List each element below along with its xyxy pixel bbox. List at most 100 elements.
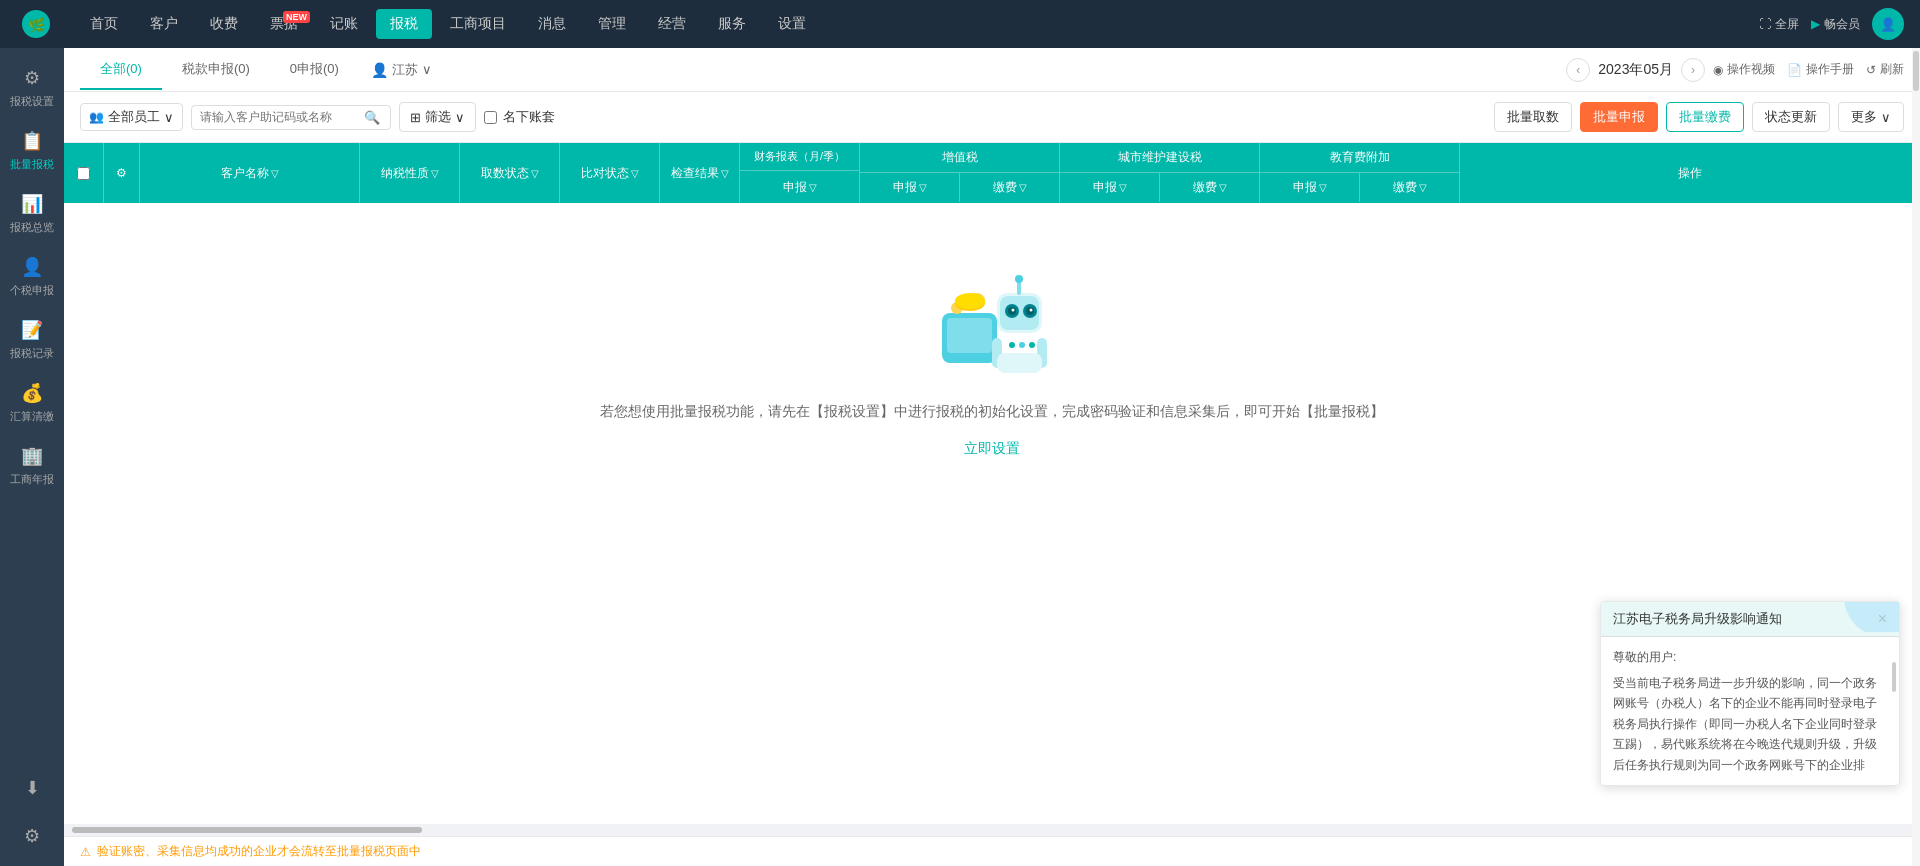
nav-settings[interactable]: 设置 bbox=[764, 9, 820, 39]
th-urban-sub: 申报 ▽ 缴费 ▽ bbox=[1060, 173, 1259, 202]
nav-right-actions: ⛶ 全屏 ▶ 畅会员 👤 bbox=[1759, 8, 1904, 40]
th-client-name: 客户名称 ▽ bbox=[140, 143, 360, 203]
client-filter-icon[interactable]: ▽ bbox=[271, 168, 279, 179]
filter-icon: ⊞ bbox=[410, 110, 421, 125]
svg-rect-20 bbox=[997, 353, 1042, 373]
th-check-result: 检查结果 ▽ bbox=[660, 143, 740, 203]
user-avatar[interactable]: 👤 bbox=[1872, 8, 1904, 40]
sidebar-item-personal-tax[interactable]: 👤 个税申报 bbox=[0, 245, 64, 308]
nav-invoice[interactable]: 票据 NEW bbox=[256, 9, 312, 39]
compare-filter-icon[interactable]: ▽ bbox=[631, 168, 639, 179]
th-vat-top: 增值税 bbox=[860, 143, 1059, 173]
sidebar-item-tax-settings[interactable]: ⚙ 报税设置 bbox=[0, 56, 64, 119]
sidebar-item-batch-tax[interactable]: 📋 批量报税 bbox=[0, 119, 64, 182]
avatar-icon: 👤 bbox=[1880, 17, 1896, 32]
nav-fee[interactable]: 收费 bbox=[196, 9, 252, 39]
refresh-btn[interactable]: ↺ 刷新 bbox=[1866, 61, 1904, 78]
batch-declare-btn[interactable]: 批量申报 bbox=[1580, 102, 1658, 132]
nav-service[interactable]: 服务 bbox=[704, 9, 760, 39]
sidebar-item-tax-overview[interactable]: 📊 报税总览 bbox=[0, 182, 64, 245]
setup-link[interactable]: 立即设置 bbox=[964, 440, 1020, 458]
left-sidebar: ⚙ 报税设置 📋 批量报税 📊 报税总览 👤 个税申报 📝 报税记录 💰 汇算清… bbox=[0, 48, 64, 866]
employee-icon: 👥 bbox=[89, 110, 104, 124]
tab-all[interactable]: 全部(0) bbox=[80, 50, 162, 90]
region-selector[interactable]: 👤 江苏 ∨ bbox=[371, 61, 432, 79]
region-icon: 👤 bbox=[371, 62, 388, 78]
tax-settings-icon: ⚙ bbox=[20, 66, 44, 90]
next-month-btn[interactable]: › bbox=[1681, 58, 1705, 82]
notification-greeting: 尊敬的用户: bbox=[1613, 647, 1887, 667]
horizontal-scrollbar[interactable] bbox=[64, 824, 1920, 836]
scrollbar-thumb[interactable] bbox=[72, 827, 422, 833]
th-tax-nature: 纳税性质 ▽ bbox=[360, 143, 460, 203]
personal-tax-icon: 👤 bbox=[20, 255, 44, 279]
fullscreen-btn[interactable]: ⛶ 全屏 bbox=[1759, 16, 1799, 33]
employee-select[interactable]: 👥 全部员工 ∨ bbox=[80, 103, 183, 131]
th-operation: 操作 bbox=[1460, 143, 1920, 203]
svg-point-23 bbox=[1029, 342, 1035, 348]
tab-zero-declaration[interactable]: 0申报(0) bbox=[270, 50, 359, 90]
vip-btn[interactable]: ▶ 畅会员 bbox=[1811, 16, 1860, 33]
search-icon: 🔍 bbox=[364, 110, 380, 125]
new-badge: NEW bbox=[283, 11, 310, 23]
nav-client[interactable]: 客户 bbox=[136, 9, 192, 39]
download-icon: ⬇ bbox=[20, 776, 44, 800]
th-financial-top: 财务报表（月/季） bbox=[740, 143, 859, 171]
sidebar-item-tax-records[interactable]: 📝 报税记录 bbox=[0, 308, 64, 371]
svg-point-15 bbox=[1030, 309, 1033, 312]
top-navigation: 🌿 首页 客户 收费 票据 NEW 记账 报税 工商项目 消息 管理 经营 服务… bbox=[0, 0, 1920, 48]
accounts-checkbox-label[interactable]: 名下账套 bbox=[484, 108, 555, 126]
svg-point-17 bbox=[1015, 275, 1023, 283]
batch-pay-btn[interactable]: 批量缴费 bbox=[1666, 102, 1744, 132]
sidebar-item-settings[interactable]: ⚙ bbox=[16, 814, 48, 858]
nav-bookkeeping[interactable]: 记账 bbox=[316, 9, 372, 39]
fetch-filter-icon[interactable]: ▽ bbox=[531, 168, 539, 179]
nav-management[interactable]: 管理 bbox=[584, 9, 640, 39]
check-filter-icon[interactable]: ▽ bbox=[721, 168, 729, 179]
notif-header-wrap: 江苏电子税务局升级影响通知 × bbox=[1601, 602, 1899, 637]
urban-pay-filter[interactable]: ▽ bbox=[1219, 182, 1227, 193]
accounts-checkbox[interactable] bbox=[484, 111, 497, 124]
nav-menu: 首页 客户 收费 票据 NEW 记账 报税 工商项目 消息 管理 经营 服务 设… bbox=[76, 9, 1759, 39]
urban-declare-filter[interactable]: ▽ bbox=[1119, 182, 1127, 193]
fin-filter-icon[interactable]: ▽ bbox=[809, 182, 817, 193]
select-all-checkbox[interactable] bbox=[77, 167, 90, 180]
sidebar-item-settlement[interactable]: 💰 汇算清缴 bbox=[0, 371, 64, 434]
page-scrollbar[interactable] bbox=[1912, 48, 1920, 866]
vat-declare-filter[interactable]: ▽ bbox=[919, 182, 927, 193]
nav-business[interactable]: 工商项目 bbox=[436, 9, 520, 39]
status-update-btn[interactable]: 状态更新 bbox=[1752, 102, 1830, 132]
nav-message[interactable]: 消息 bbox=[524, 9, 580, 39]
tab-tax-declaration[interactable]: 税款申报(0) bbox=[162, 50, 270, 90]
edu-declare-filter[interactable]: ▽ bbox=[1319, 182, 1327, 193]
notif-scroll-thumb[interactable] bbox=[1892, 662, 1896, 692]
tax-nature-filter-icon[interactable]: ▽ bbox=[431, 168, 439, 179]
filter-btn[interactable]: ⊞ 筛选 ∨ bbox=[399, 102, 476, 132]
vip-icon: ▶ bbox=[1811, 17, 1820, 31]
nav-operation[interactable]: 经营 bbox=[644, 9, 700, 39]
nav-home[interactable]: 首页 bbox=[76, 9, 132, 39]
prev-month-btn[interactable]: ‹ bbox=[1566, 58, 1590, 82]
th-settings[interactable]: ⚙ bbox=[104, 143, 140, 203]
edu-pay-filter[interactable]: ▽ bbox=[1419, 182, 1427, 193]
sidebar-item-annual-report[interactable]: 🏢 工商年报 bbox=[0, 434, 64, 497]
th-compare-status: 比对状态 ▽ bbox=[560, 143, 660, 203]
th-checkbox[interactable] bbox=[64, 143, 104, 203]
page-scroll-thumb[interactable] bbox=[1913, 51, 1919, 91]
notif-scrollbar[interactable] bbox=[1891, 642, 1897, 785]
operation-manual-btn[interactable]: 📄 操作手册 bbox=[1787, 61, 1854, 78]
sidebar-item-download[interactable]: ⬇ bbox=[16, 766, 48, 810]
svg-point-21 bbox=[1009, 342, 1015, 348]
more-btn[interactable]: 更多 ∨ bbox=[1838, 102, 1904, 132]
search-wrap[interactable]: 🔍 bbox=[191, 105, 391, 130]
notification-header: 江苏电子税务局升级影响通知 × bbox=[1601, 602, 1899, 637]
batch-fetch-btn[interactable]: 批量取数 bbox=[1494, 102, 1572, 132]
vat-pay-filter[interactable]: ▽ bbox=[1019, 182, 1027, 193]
notification-close-btn[interactable]: × bbox=[1878, 610, 1887, 628]
app-logo[interactable]: 🌿 bbox=[16, 4, 56, 44]
th-vat-group: 增值税 申报 ▽ 缴费 ▽ bbox=[860, 143, 1060, 203]
search-input[interactable] bbox=[200, 110, 360, 124]
nav-tax[interactable]: 报税 bbox=[376, 9, 432, 39]
operation-video-btn[interactable]: ◉ 操作视频 bbox=[1713, 61, 1775, 78]
notification-body: 尊敬的用户: 受当前电子税务局进一步升级的影响，同一个政务网账号（办税人）名下的… bbox=[1601, 637, 1899, 785]
